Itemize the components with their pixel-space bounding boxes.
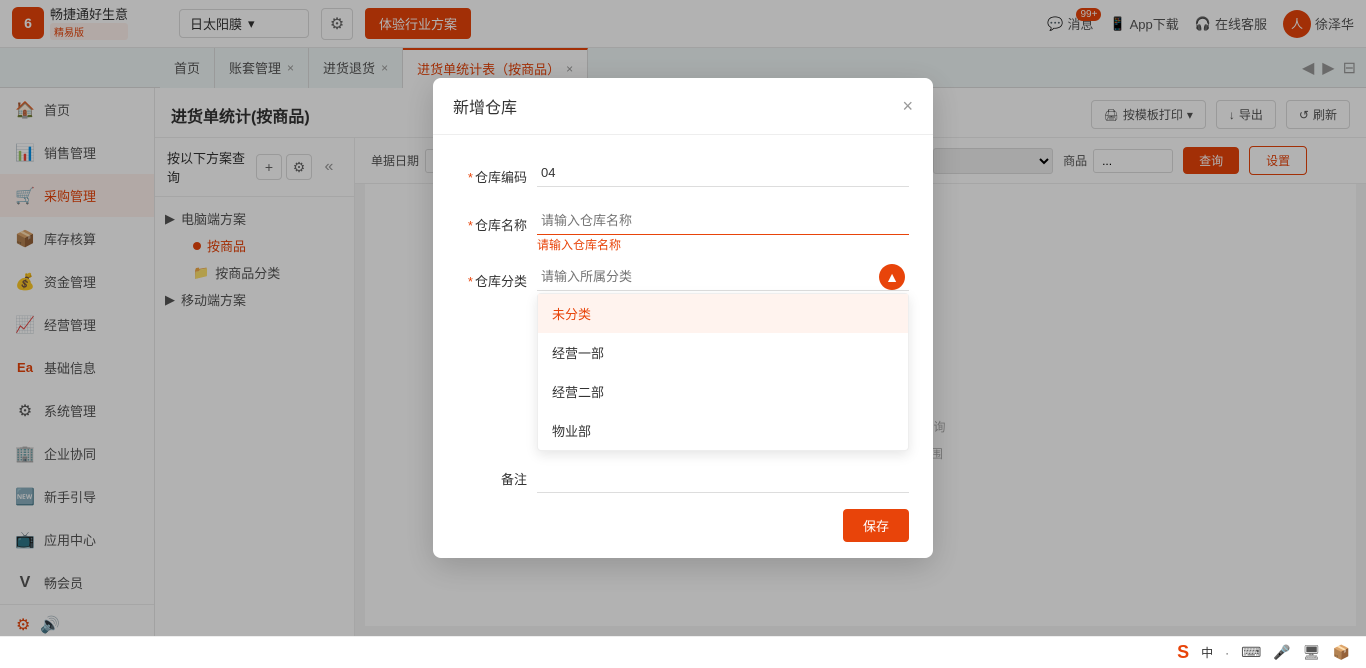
status-icons: S 中 · ⌨ 🎤 🖥 📦 (1177, 642, 1350, 663)
form-row-name: 仓库名称 请输入仓库名称 (457, 207, 909, 235)
code-label: 仓库编码 (457, 159, 537, 186)
mic-icon: 🎤 (1273, 644, 1290, 661)
note-label: 备注 (457, 461, 537, 488)
form-row-category: 仓库分类 ▲ 未分类 经营一部 经营二部 (457, 263, 909, 291)
modal-header: 新增仓库 × (433, 78, 933, 135)
category-arrow-btn[interactable]: ▲ (879, 264, 905, 290)
modal-body: 仓库编码 仓库名称 请输入仓库名称 仓库分类 ▲ (433, 135, 933, 493)
modal-footer: 保存 (433, 493, 933, 558)
save-button[interactable]: 保存 (843, 509, 909, 542)
note-input[interactable] (537, 461, 909, 493)
modal-overlay[interactable]: 新增仓库 × 仓库编码 仓库名称 请输入仓库名称 仓库分类 (0, 0, 1366, 636)
status-bar: S 中 · ⌨ 🎤 🖥 📦 (0, 636, 1366, 668)
dropdown-option-unclassified[interactable]: 未分类 (538, 294, 908, 333)
dot-icon: · (1225, 646, 1229, 660)
modal-close-btn[interactable]: × (902, 96, 913, 117)
name-error-msg: 请输入仓库名称 (537, 236, 621, 253)
name-input[interactable] (537, 207, 909, 235)
chinese-icon: 中 (1201, 644, 1213, 661)
name-input-wrap: 请输入仓库名称 (537, 207, 909, 235)
modal-new-warehouse: 新增仓库 × 仓库编码 仓库名称 请输入仓库名称 仓库分类 (433, 78, 933, 558)
form-row-note: 备注 (457, 461, 909, 493)
dropdown-option-dept2[interactable]: 经营二部 (538, 372, 908, 411)
category-input[interactable] (537, 263, 909, 291)
modal-title: 新增仓库 (453, 94, 517, 118)
display-icon: 🖥 (1303, 644, 1321, 661)
category-select-wrap: ▲ 未分类 经营一部 经营二部 物业部 (537, 263, 909, 291)
category-dropdown: 未分类 经营一部 经营二部 物业部 (537, 293, 909, 451)
code-input[interactable] (537, 159, 909, 187)
dropdown-option-dept1[interactable]: 经营一部 (538, 333, 908, 372)
box-icon: 📦 (1333, 644, 1350, 661)
name-label: 仓库名称 (457, 207, 537, 234)
category-label: 仓库分类 (457, 263, 537, 290)
s-icon: S (1177, 642, 1189, 663)
form-row-code: 仓库编码 (457, 159, 909, 187)
keyboard-icon: ⌨ (1241, 644, 1261, 661)
dropdown-option-dept3[interactable]: 物业部 (538, 411, 908, 450)
